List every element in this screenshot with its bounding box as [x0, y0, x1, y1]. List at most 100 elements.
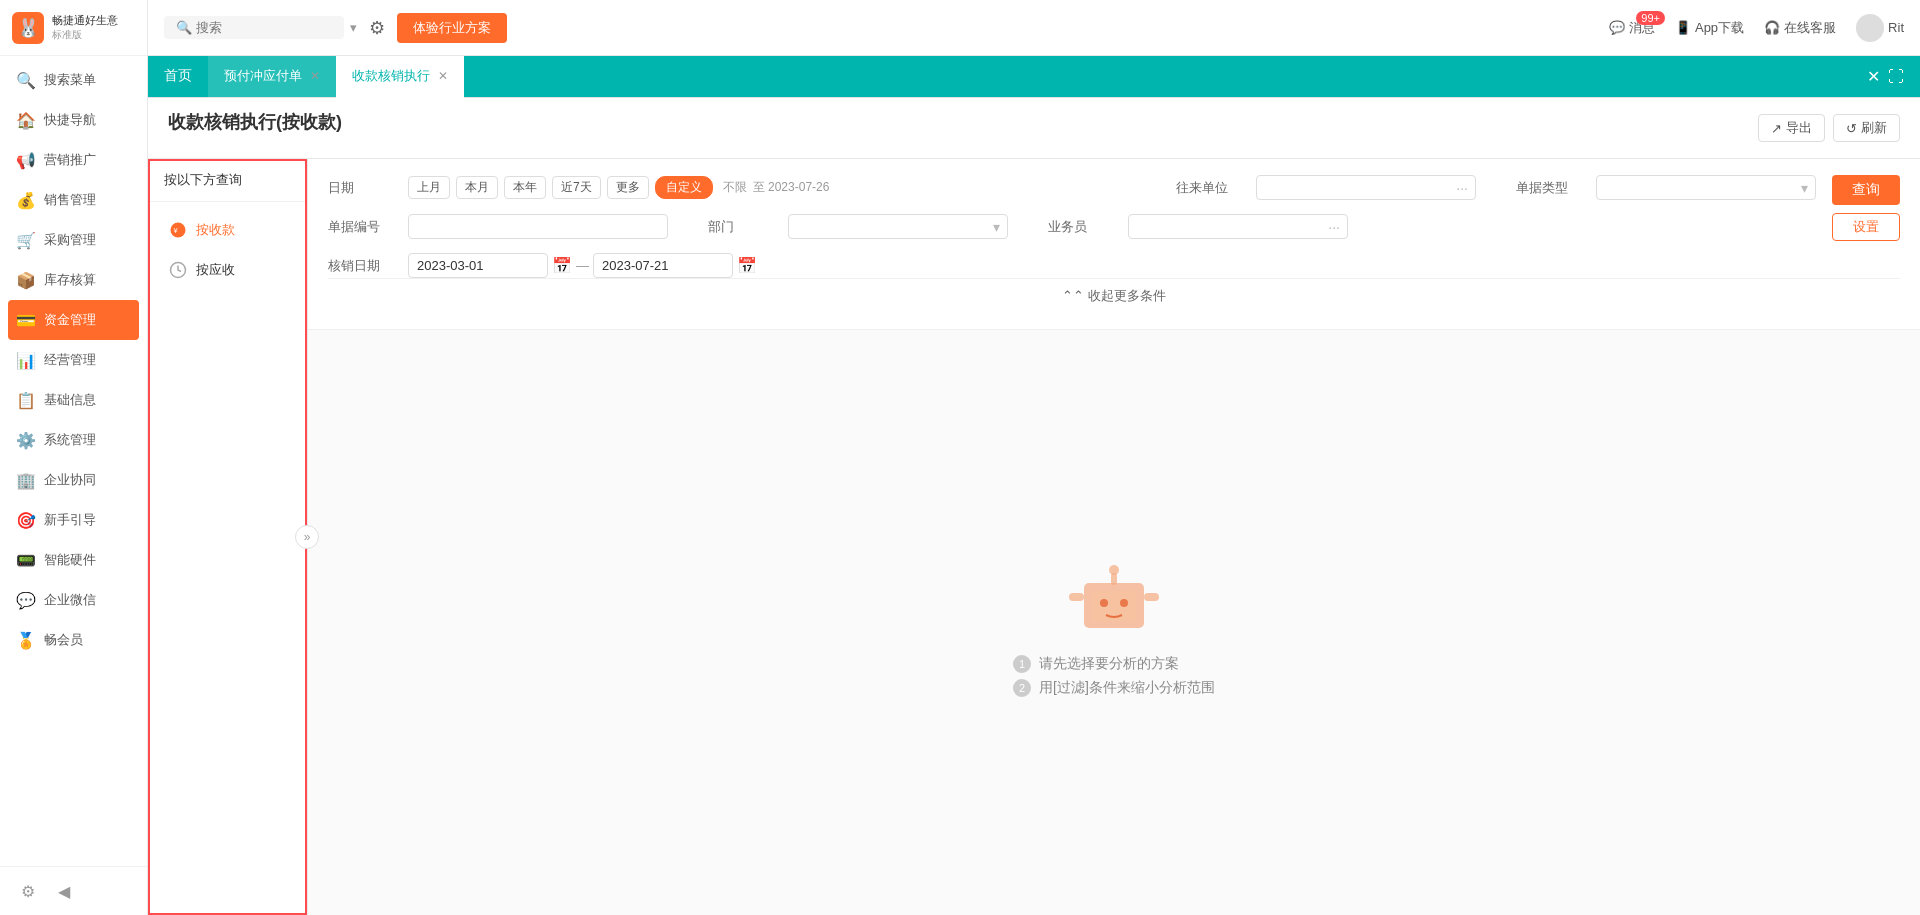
sidebar-label-member: 畅会员 [44, 631, 83, 649]
collapse-more-button[interactable]: ⌃⌃ 收起更多条件 [328, 278, 1900, 313]
date-label: 日期 [328, 179, 408, 197]
sidebar-item-member[interactable]: 🏅 畅会员 [0, 620, 147, 660]
sidebar-item-purchase[interactable]: 🛒 采购管理 [0, 220, 147, 260]
sidebar-item-operation[interactable]: 📊 经营管理 [0, 340, 147, 380]
setting-button[interactable]: 设置 [1832, 213, 1900, 241]
app-download-button[interactable]: 📱 App下载 [1675, 19, 1744, 37]
message-badge: 99+ [1636, 11, 1665, 25]
query-row-3: 核销日期 📅 — 📅 [328, 253, 1816, 278]
expand-icon[interactable]: ⛶ [1888, 68, 1904, 86]
date-shortcuts-wrap: 上月 本月 本年 近7天 更多 自定义 不限 [408, 176, 1136, 199]
export-icon: ↗ [1771, 121, 1782, 136]
sidebar-label-basic: 基础信息 [44, 391, 96, 409]
date-this-month[interactable]: 本月 [456, 176, 498, 199]
logo-icon: 🐰 [12, 12, 44, 44]
svg-point-6 [1120, 599, 1128, 607]
hardware-icon: 📟 [16, 550, 36, 570]
doc-no-wrap [408, 214, 668, 239]
doc-type-select[interactable] [1596, 175, 1816, 200]
date-range-to: 至 2023-07-26 [753, 179, 830, 196]
settings-button[interactable]: ⚙ [16, 879, 40, 903]
sidebar-item-search[interactable]: 🔍 搜索菜单 [0, 60, 147, 100]
sidebar-item-inventory[interactable]: 📦 库存核算 [0, 260, 147, 300]
tab-collection-close[interactable]: ✕ [438, 69, 448, 83]
date-7days[interactable]: 近7天 [552, 176, 601, 199]
query-area: 日期 上月 本月 本年 近7天 更多 自定义 [308, 159, 1920, 915]
tab-prepay[interactable]: 预付冲应付单 ✕ [208, 56, 336, 98]
query-btn-group: 查询 设置 [1832, 175, 1900, 241]
tab-collection[interactable]: 收款核销执行 ✕ [336, 56, 464, 98]
counterpart-dots-icon: ··· [1456, 180, 1468, 196]
date-shortcuts: 上月 本月 本年 近7天 更多 自定义 不限 [408, 176, 829, 199]
sidebar-label-marketing: 营销推广 [44, 151, 96, 169]
staff-dots-icon: ··· [1328, 219, 1340, 235]
search-icon: 🔍 [176, 20, 192, 35]
empty-tip2-text: 用[过滤]条件来缩小分析范围 [1039, 679, 1215, 697]
tab-prepay-close[interactable]: ✕ [310, 69, 320, 83]
refresh-icon: ↺ [1846, 121, 1857, 136]
search-input[interactable] [196, 20, 332, 35]
marketing-icon: 📢 [16, 150, 36, 170]
sidebar-item-corp[interactable]: 🏢 企业协同 [0, 460, 147, 500]
tab-home[interactable]: 首页 [148, 56, 208, 98]
collapse-sidebar-button[interactable]: ◀ [52, 879, 76, 903]
tab-collection-label: 收款核销执行 [352, 67, 430, 85]
sidebar-nav: 🔍 搜索菜单 🏠 快捷导航 📢 营销推广 💰 销售管理 🛒 采购管理 📦 库存核… [0, 56, 147, 866]
filter-collapse-button[interactable]: » [295, 525, 319, 549]
sidebar-item-wechat[interactable]: 💬 企业微信 [0, 580, 147, 620]
sidebar-label-quicknav: 快捷导航 [44, 111, 96, 129]
sidebar-item-system[interactable]: ⚙️ 系统管理 [0, 420, 147, 460]
sidebar-label-sales: 销售管理 [44, 191, 96, 209]
filter-by-receivable[interactable]: 按应收 [148, 250, 307, 290]
basic-icon: 📋 [16, 390, 36, 410]
date-more[interactable]: 更多 [607, 176, 649, 199]
filter-panel-title: 按以下方查询 [148, 159, 307, 202]
sidebar-item-marketing[interactable]: 📢 营销推广 [0, 140, 147, 180]
filter-by-receipt[interactable]: ¥ 按收款 [148, 210, 307, 250]
verify-end-cal-icon[interactable]: 📅 [737, 256, 757, 275]
doc-no-input[interactable] [408, 214, 668, 239]
solution-button[interactable]: 体验行业方案 [397, 13, 507, 43]
sidebar-item-basic[interactable]: 📋 基础信息 [0, 380, 147, 420]
date-last-month[interactable]: 上月 [408, 176, 450, 199]
sidebar-item-guide[interactable]: 🎯 新手引导 [0, 500, 147, 540]
filter-panel-body: ¥ 按收款 按应收 [148, 202, 307, 298]
staff-wrap: ··· [1128, 214, 1348, 239]
verify-end-input[interactable] [593, 253, 733, 278]
empty-tips: 1 请先选择要分析的方案 2 用[过滤]条件来缩小分析范围 [1013, 655, 1215, 703]
sidebar-item-sales[interactable]: 💰 销售管理 [0, 180, 147, 220]
message-icon: 💬 [1609, 20, 1625, 35]
date-this-year[interactable]: 本年 [504, 176, 546, 199]
verify-start-input[interactable] [408, 253, 548, 278]
date-no-limit: 不限 [723, 179, 747, 196]
sidebar-footer: ⚙ ◀ [0, 866, 147, 915]
settings-icon[interactable]: ⚙ [369, 17, 385, 39]
verify-start-cal-icon[interactable]: 📅 [552, 256, 572, 275]
topbar-left: 🔍 ▾ ⚙ 体验行业方案 [164, 13, 1609, 43]
logo-sub: 标准版 [52, 28, 118, 42]
refresh-button[interactable]: ↺ 刷新 [1833, 114, 1900, 142]
staff-input[interactable] [1128, 214, 1348, 239]
online-service-button[interactable]: 🎧 在线客服 [1764, 19, 1836, 37]
sidebar-item-quicknav[interactable]: 🏠 快捷导航 [0, 100, 147, 140]
message-button[interactable]: 💬 消息 99+ [1609, 19, 1655, 37]
content-body: 按以下方查询 ¥ 按收款 按应收 » [148, 159, 1920, 915]
query-button[interactable]: 查询 [1832, 175, 1900, 205]
dropdown-icon[interactable]: ▾ [350, 20, 357, 35]
export-button[interactable]: ↗ 导出 [1758, 114, 1825, 142]
counterpart-input[interactable] [1256, 175, 1476, 200]
close-all-icon[interactable]: ✕ [1867, 67, 1880, 86]
service-label: 在线客服 [1784, 19, 1836, 37]
user-menu[interactable]: Rit [1856, 14, 1904, 42]
query-row-1: 日期 上月 本月 本年 近7天 更多 自定义 [328, 175, 1816, 200]
sidebar-item-capital[interactable]: 💳 资金管理 [8, 300, 139, 340]
sidebar-item-hardware[interactable]: 📟 智能硬件 [0, 540, 147, 580]
collapse-label: 收起更多条件 [1088, 288, 1166, 303]
operation-icon: 📊 [16, 350, 36, 370]
date-custom-tag: 自定义 [655, 176, 713, 199]
main-area: 🔍 ▾ ⚙ 体验行业方案 💬 消息 99+ 📱 App下载 🎧 在线客服 [148, 0, 1920, 915]
sidebar-label-search: 搜索菜单 [44, 71, 96, 89]
collapse-chevron: ⌃⌃ [1062, 288, 1088, 303]
dept-select[interactable] [788, 214, 1008, 239]
doc-no-label: 单据编号 [328, 218, 408, 236]
